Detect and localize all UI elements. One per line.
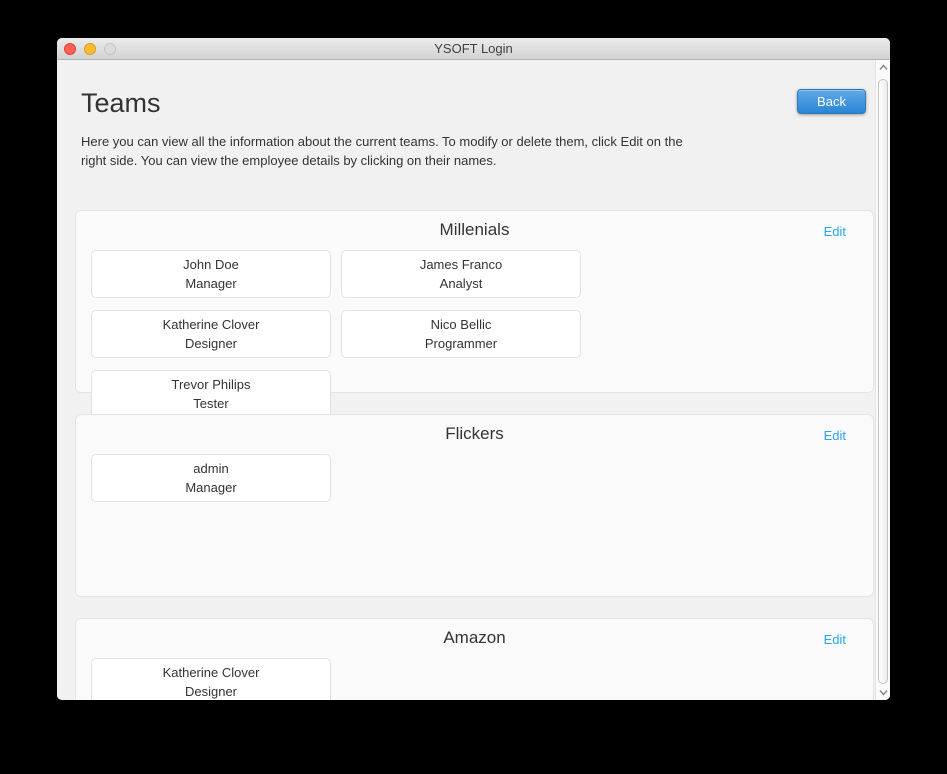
member-role: Designer: [184, 684, 238, 699]
team-section-amazon: Amazon Edit Katherine Clover Designer: [75, 618, 874, 700]
members-grid: John Doe Manager James Franco Analyst Ka…: [76, 240, 873, 418]
member-role: Analyst: [439, 276, 483, 291]
page-description-line1: Here you can view all the information ab…: [81, 134, 683, 149]
edit-link[interactable]: Edit: [824, 428, 846, 443]
traffic-lights: [64, 43, 116, 55]
member-card[interactable]: James Franco Analyst: [341, 250, 581, 298]
member-card[interactable]: Nico Bellic Programmer: [341, 310, 581, 358]
member-role: Manager: [185, 276, 237, 291]
page-description-line2: right side. You can view the employee de…: [81, 153, 497, 168]
scroll-down-icon[interactable]: [879, 689, 888, 696]
page-description: Here you can view all the information ab…: [81, 132, 890, 170]
page-title: Teams: [81, 88, 161, 118]
members-grid: admin Manager: [76, 444, 873, 502]
content-area: Teams Back Here you can view all the inf…: [57, 60, 890, 700]
title-bar: YSOFT Login: [57, 38, 890, 60]
member-card[interactable]: Trevor Philips Tester: [91, 370, 331, 418]
close-button[interactable]: [64, 43, 76, 55]
team-title: Flickers: [445, 424, 504, 443]
window-title: YSOFT Login: [434, 41, 513, 56]
scrollbar-thumb[interactable]: [878, 79, 888, 684]
zoom-button[interactable]: [104, 43, 116, 55]
member-name[interactable]: John Doe: [183, 257, 239, 272]
teams-list: Millenials Edit John Doe Manager James F…: [75, 210, 874, 700]
member-card[interactable]: Katherine Clover Designer: [91, 310, 331, 358]
member-name[interactable]: admin: [193, 461, 228, 476]
member-card[interactable]: John Doe Manager: [91, 250, 331, 298]
member-name[interactable]: Katherine Clover: [163, 665, 260, 680]
scroll-up-icon[interactable]: [879, 64, 888, 71]
member-name[interactable]: Trevor Philips: [172, 377, 251, 392]
member-role: Programmer: [424, 336, 498, 351]
back-button[interactable]: Back: [797, 89, 866, 114]
members-grid: Katherine Clover Designer: [76, 648, 873, 700]
app-window: YSOFT Login Teams Back Here you can view…: [57, 38, 890, 700]
member-name[interactable]: Nico Bellic: [431, 317, 492, 332]
minimize-button[interactable]: [84, 43, 96, 55]
team-title: Amazon: [443, 628, 506, 647]
member-role: Designer: [184, 336, 238, 351]
vertical-scrollbar[interactable]: [875, 60, 890, 700]
team-section-flickers: Flickers Edit admin Manager: [75, 414, 874, 597]
member-card[interactable]: Katherine Clover Designer: [91, 658, 331, 700]
edit-link[interactable]: Edit: [824, 632, 846, 647]
team-title: Millenials: [439, 220, 510, 239]
member-name[interactable]: James Franco: [420, 257, 502, 272]
team-section-millenials: Millenials Edit John Doe Manager James F…: [75, 210, 874, 418]
member-role: Manager: [185, 480, 237, 495]
member-card[interactable]: admin Manager: [91, 454, 331, 502]
member-name[interactable]: Katherine Clover: [163, 317, 260, 332]
edit-link[interactable]: Edit: [824, 224, 846, 239]
member-role: Tester: [193, 396, 229, 411]
